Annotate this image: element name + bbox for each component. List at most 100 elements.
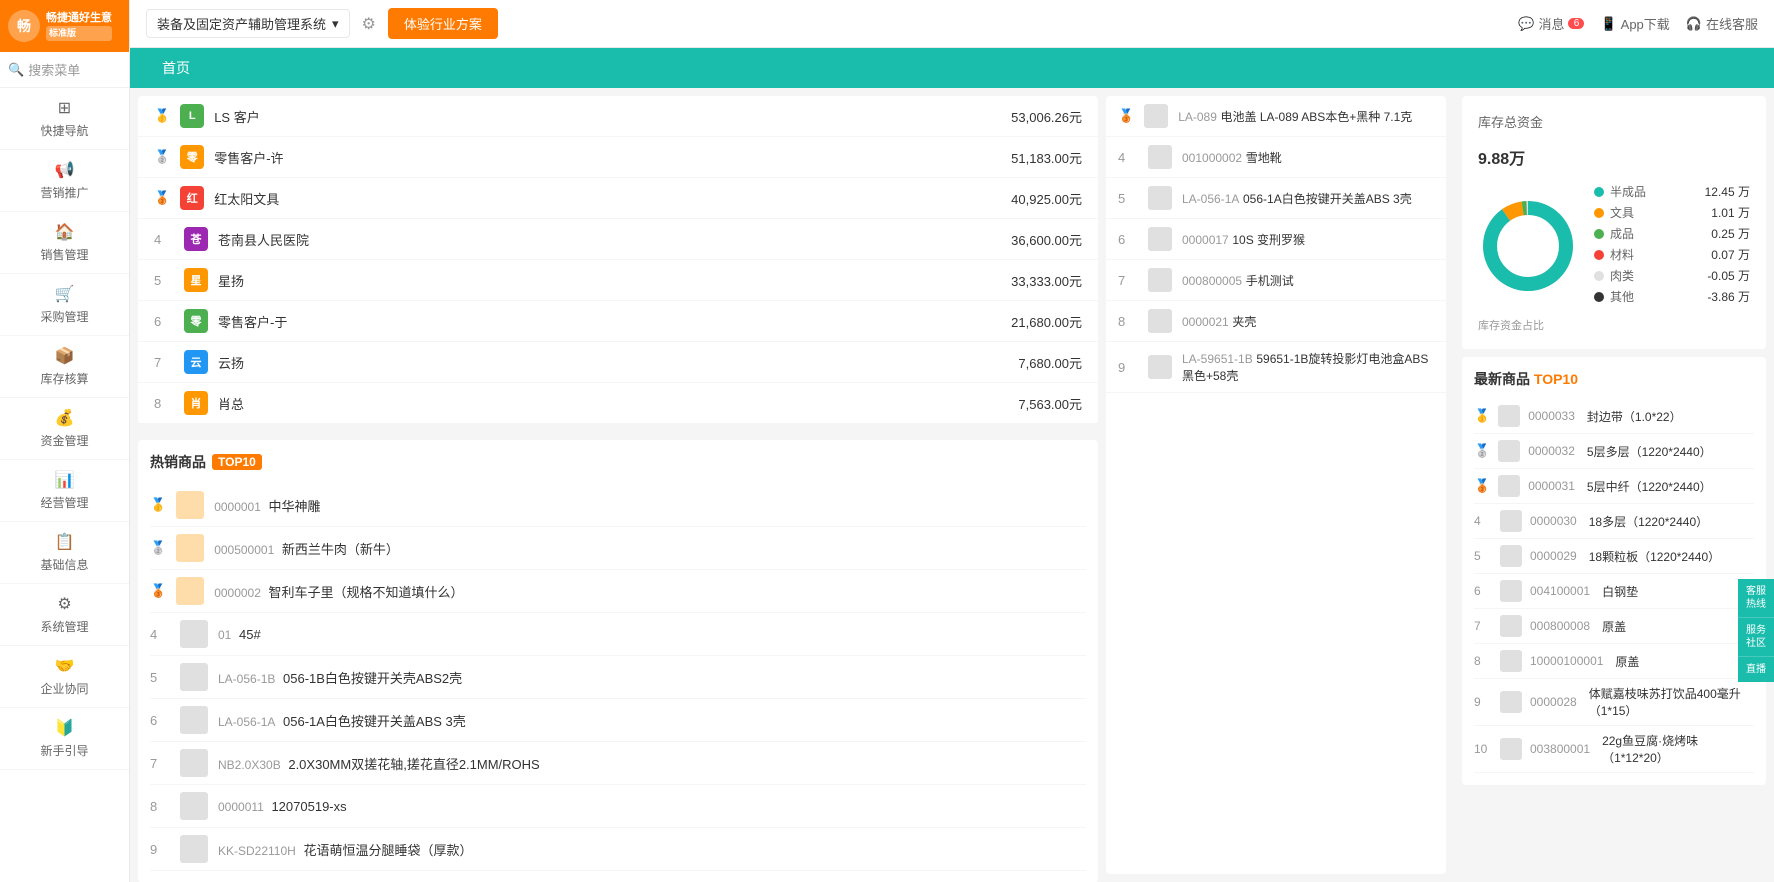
customer-ranking: 🥇 L LS 客户 53,006.26元 🥈 零 零售客户-许 51,183.0…: [138, 96, 1098, 424]
product-image: [1500, 510, 1522, 532]
product-image-placeholder: [180, 835, 208, 863]
legend-item: 成品 0.25 万: [1594, 225, 1750, 242]
float-menu-item[interactable]: 服务社区: [1738, 618, 1774, 657]
new-product-row: 🥈 0000032 5层多层（1220*2440）: [1474, 434, 1754, 469]
settings-icon[interactable]: ⚙: [362, 14, 376, 34]
system-selector[interactable]: 装备及固定资产辅助管理系统 ▾: [146, 9, 350, 38]
new-product-row: 8 10000100001 原盖: [1474, 644, 1754, 679]
sidebar-item-inventory[interactable]: 📦库存核算: [0, 336, 129, 398]
legend-dot: [1594, 250, 1604, 260]
rank-num: 6: [154, 314, 174, 329]
page-nav: 首页: [130, 48, 1774, 88]
sidebar-item-enterprise[interactable]: 🤝企业协同: [0, 646, 129, 708]
app-download-button[interactable]: 📱 App下载: [1600, 14, 1669, 33]
product-image: [1148, 355, 1172, 379]
product-sales-row: 8 0000021 夹壳: [1106, 301, 1446, 342]
product-rank: 5: [150, 670, 170, 685]
sidebar-item-finance[interactable]: 💰资金管理: [0, 398, 129, 460]
product-info: NB2.0X30B 2.0X30MM双搓花轴,搓花直径2.1MM/ROHS: [218, 754, 540, 773]
product-rank: 6: [1118, 232, 1138, 247]
product-medal: 🥉: [150, 583, 166, 599]
product-sales-row: 5 LA-056-1A 056-1A白色按键开关盖ABS 3壳: [1106, 178, 1446, 219]
tab-home[interactable]: 首页: [146, 50, 206, 86]
product-rank: 8: [1118, 314, 1138, 329]
product-medal: 🥉: [1474, 478, 1490, 494]
customer-avatar: 零: [184, 309, 208, 333]
customer-avatar: 零: [180, 145, 204, 169]
product-details: LA-089 电池盖 LA-089 ABS本色+黑种 7.1克: [1178, 108, 1434, 125]
message-button[interactable]: 💬 消息 6: [1518, 14, 1584, 33]
sales-icon: 🏠: [55, 222, 75, 242]
product-image: [1500, 691, 1522, 713]
product-info: 0000011 12070519-xs: [218, 799, 347, 814]
customer-row: 🥇 L LS 客户 53,006.26元: [138, 96, 1098, 137]
inventory-card: 库存总资金 9.88万: [1462, 96, 1766, 349]
product-image: [1500, 738, 1522, 760]
sidebar-item-system[interactable]: ⚙系统管理: [0, 584, 129, 646]
hot-product-row: 🥇 0000001 中华神雕: [150, 484, 1086, 527]
product-info: 000500001 新西兰牛肉（新牛）: [214, 539, 399, 558]
medal-icon: 🥉: [154, 190, 170, 206]
product-image: [1148, 227, 1172, 251]
chevron-down-icon: ▾: [332, 16, 339, 32]
product-image-placeholder: [180, 663, 208, 691]
customer-row: 🥉 红 红太阳文具 40,925.00元: [138, 178, 1098, 219]
product-rank: 4: [1118, 150, 1138, 165]
sidebar-item-purchase[interactable]: 🛒采购管理: [0, 274, 129, 336]
product-medal: 🥇: [150, 497, 166, 513]
product-image: [1148, 268, 1172, 292]
sidebar-item-quicknav[interactable]: ⊞快捷导航: [0, 88, 129, 150]
customer-row: 🥈 零 零售客户-许 51,183.00元: [138, 137, 1098, 178]
basics-icon: 📋: [55, 532, 75, 552]
phone-icon: 📱: [1600, 16, 1616, 32]
product-image-placeholder: [180, 792, 208, 820]
trial-button[interactable]: 体验行业方案: [388, 8, 498, 39]
product-image: [1500, 545, 1522, 567]
logo-icon: 畅: [8, 10, 40, 42]
sidebar-item-newguide[interactable]: 🔰新手引导: [0, 708, 129, 770]
logo-text: 畅捷通好生意 标准版: [46, 11, 112, 41]
customer-row: 8 肖 肖总 7,563.00元: [138, 383, 1098, 424]
logo: 畅 畅捷通好生意 标准版: [0, 0, 129, 52]
sidebar: 畅 畅捷通好生意 标准版 🔍 搜索菜单 ⊞快捷导航📢营销推广🏠销售管理🛒采购管理…: [0, 0, 130, 882]
rank-num: 4: [154, 232, 174, 247]
medal-icon: 🥈: [154, 149, 170, 165]
product-info: 0000002 智利车子里（规格不知道填什么）: [214, 582, 463, 601]
medal-icon: 🥇: [154, 108, 170, 124]
rank-num: 8: [154, 396, 174, 411]
sidebar-item-operations[interactable]: 📊经营管理: [0, 460, 129, 522]
legend-dot: [1594, 271, 1604, 281]
customer-row: 4 苍 苍南县人民医院 36,600.00元: [138, 219, 1098, 260]
online-service-button[interactable]: 🎧 在线客服: [1686, 14, 1758, 33]
product-details: LA-59651-1B 59651-1B旋转投影灯电池盒ABS黑色+58壳: [1182, 350, 1434, 384]
product-sales-row: 6 0000017 10S 变刑罗猴: [1106, 219, 1446, 260]
sidebar-item-sales[interactable]: 🏠销售管理: [0, 212, 129, 274]
hot-product-row: 7 NB2.0X30B 2.0X30MM双搓花轴,搓花直径2.1MM/ROHS: [150, 742, 1086, 785]
legend-item: 其他 -3.86 万: [1594, 288, 1750, 305]
message-icon: 💬: [1518, 16, 1534, 32]
customer-row: 7 云 云扬 7,680.00元: [138, 342, 1098, 383]
product-sales-row: 4 001000002 雪地靴: [1106, 137, 1446, 178]
product-image-placeholder: [180, 706, 208, 734]
new-product-row: 🥉 0000031 5层中纤（1220*2440）: [1474, 469, 1754, 504]
newguide-icon: 🔰: [55, 718, 75, 738]
product-image: [1498, 440, 1520, 462]
product-info: 01 45#: [218, 627, 261, 642]
float-menu-item[interactable]: 客服热线: [1738, 579, 1774, 618]
marketing-icon: 📢: [55, 160, 75, 180]
sidebar-item-basics[interactable]: 📋基础信息: [0, 522, 129, 584]
new-product-row: 7 000800008 原盖: [1474, 609, 1754, 644]
chart-legend: 半成品 12.45 万 文具 1.01 万 成品 0.25 万 材料 0.07 …: [1594, 183, 1750, 309]
search-icon: 🔍: [8, 62, 24, 78]
product-image: [1148, 186, 1172, 210]
legend-dot: [1594, 292, 1604, 302]
float-menu-item[interactable]: 直播: [1738, 657, 1774, 682]
sidebar-item-marketing[interactable]: 📢营销推广: [0, 150, 129, 212]
customer-amount: 7,563.00元: [1018, 394, 1082, 413]
product-sales-panel: 🥉 LA-089 电池盖 LA-089 ABS本色+黑种 7.1克 4 0010…: [1106, 96, 1446, 874]
search-menu[interactable]: 🔍 搜索菜单: [0, 52, 129, 88]
product-image: [1500, 580, 1522, 602]
legend-dot: [1594, 229, 1604, 239]
inventory-donut-chart: [1478, 196, 1578, 296]
quicknav-icon: ⊞: [58, 98, 71, 118]
